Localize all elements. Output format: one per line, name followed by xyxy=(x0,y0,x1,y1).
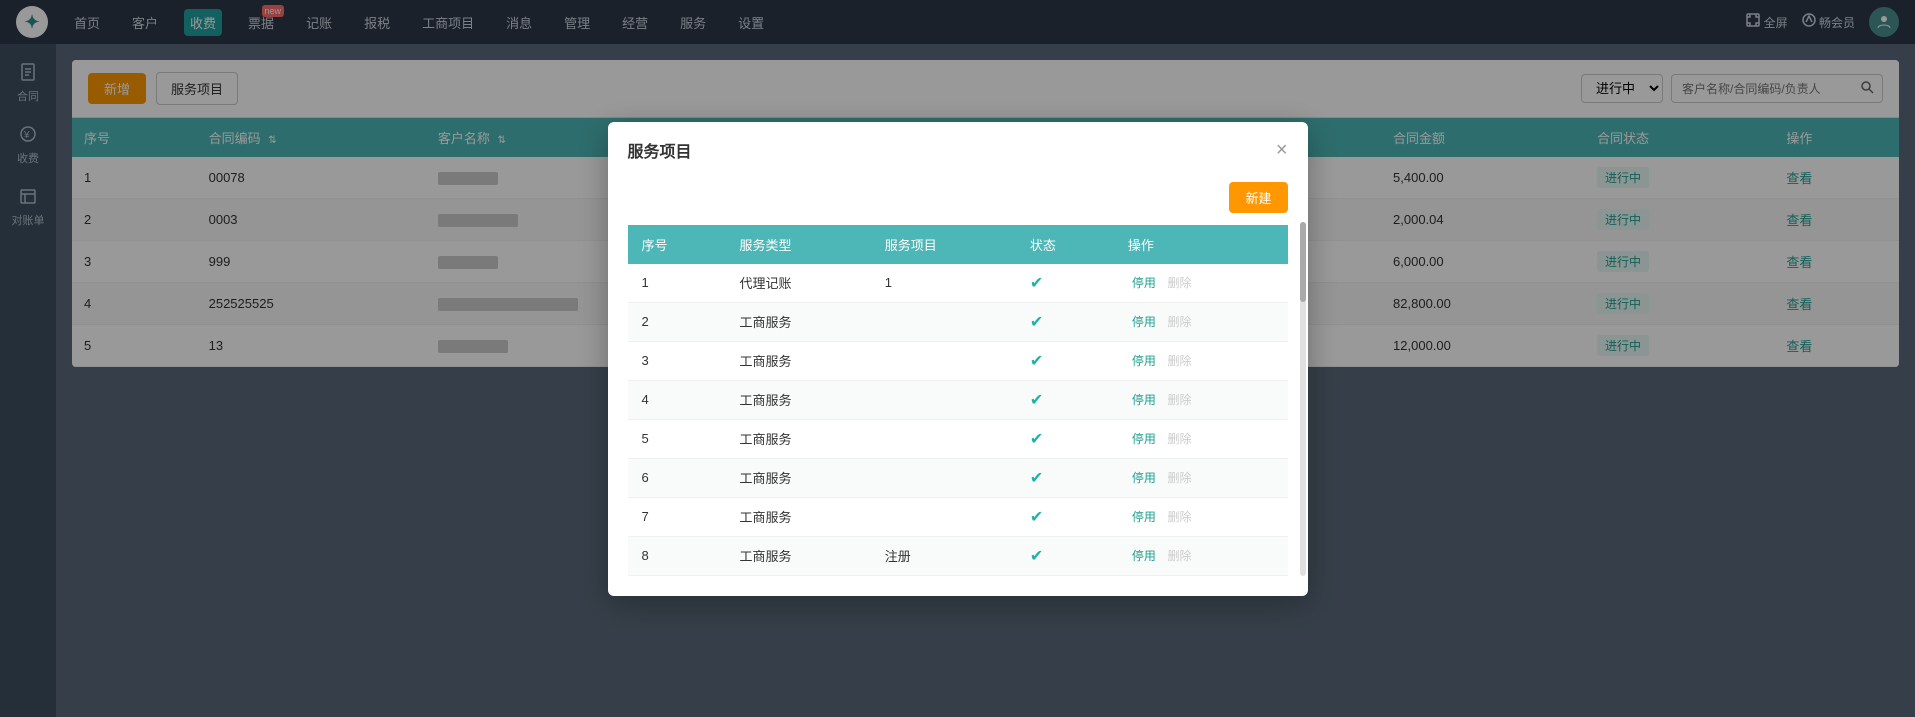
modal-cell-seq: 8 xyxy=(628,536,726,575)
modal-cell-seq: 4 xyxy=(628,380,726,419)
delete-button[interactable]: 删除 xyxy=(1164,469,1196,486)
modal-col-type: 服务类型 xyxy=(726,225,871,264)
modal-cell-status: ✔ xyxy=(1016,264,1114,303)
modal-cell-type: 工商服务 xyxy=(726,536,871,575)
modal-col-seq: 序号 xyxy=(628,225,726,264)
modal-cell-type: 代理记账 xyxy=(726,264,871,303)
modal-cell-type: 工商服务 xyxy=(726,497,871,536)
modal-cell-actions: 停用 删除 xyxy=(1114,458,1288,497)
modal-table-row: 5 工商服务 ✔ 停用 删除 xyxy=(628,419,1288,458)
modal-col-action: 操作 xyxy=(1114,225,1288,264)
modal-cell-seq: 3 xyxy=(628,341,726,380)
delete-button[interactable]: 删除 xyxy=(1164,547,1196,564)
modal-cell-item xyxy=(871,419,1016,458)
disable-button[interactable]: 停用 xyxy=(1128,391,1160,408)
modal-cell-status: ✔ xyxy=(1016,341,1114,380)
modal-cell-item xyxy=(871,458,1016,497)
service-table: 序号 服务类型 服务项目 状态 操作 1 代理记账 1 ✔ 停用 xyxy=(628,225,1288,576)
modal-cell-status: ✔ xyxy=(1016,380,1114,419)
modal-close-button[interactable]: × xyxy=(1276,140,1288,160)
delete-button[interactable]: 删除 xyxy=(1164,391,1196,408)
modal-cell-actions: 停用 删除 xyxy=(1114,302,1288,341)
modal-title: 服务项目 xyxy=(628,138,692,162)
modal-cell-type: 工商服务 xyxy=(726,380,871,419)
disable-button[interactable]: 停用 xyxy=(1128,274,1160,291)
modal-cell-item: 注册 xyxy=(871,536,1016,575)
delete-button[interactable]: 删除 xyxy=(1164,430,1196,447)
modal-overlay[interactable]: 服务项目 × 新建 序号 服务类型 服务项目 状态 操作 xyxy=(0,0,1915,717)
delete-button[interactable]: 删除 xyxy=(1164,274,1196,291)
modal-cell-type: 工商服务 xyxy=(726,341,871,380)
modal-cell-seq: 5 xyxy=(628,419,726,458)
modal-header: 服务项目 × xyxy=(608,122,1308,174)
modal-cell-item xyxy=(871,497,1016,536)
service-modal: 服务项目 × 新建 序号 服务类型 服务项目 状态 操作 xyxy=(608,122,1308,596)
modal-cell-seq: 1 xyxy=(628,264,726,303)
disable-button[interactable]: 停用 xyxy=(1128,469,1160,486)
modal-cell-actions: 停用 删除 xyxy=(1114,341,1288,380)
modal-table-row: 1 代理记账 1 ✔ 停用 删除 xyxy=(628,264,1288,303)
disable-button[interactable]: 停用 xyxy=(1128,547,1160,564)
modal-table-row: 7 工商服务 ✔ 停用 删除 xyxy=(628,497,1288,536)
modal-toolbar: 新建 xyxy=(628,174,1288,213)
modal-cell-status: ✔ xyxy=(1016,497,1114,536)
modal-table-row: 8 工商服务 注册 ✔ 停用 删除 xyxy=(628,536,1288,575)
modal-cell-type: 工商服务 xyxy=(726,419,871,458)
modal-col-status: 状态 xyxy=(1016,225,1114,264)
modal-body: 新建 序号 服务类型 服务项目 状态 操作 1 代理记账 1 xyxy=(608,174,1308,596)
modal-cell-item: 1 xyxy=(871,264,1016,303)
modal-cell-seq: 2 xyxy=(628,302,726,341)
disable-button[interactable]: 停用 xyxy=(1128,352,1160,369)
modal-table-row: 6 工商服务 ✔ 停用 删除 xyxy=(628,458,1288,497)
modal-cell-actions: 停用 删除 xyxy=(1114,419,1288,458)
modal-cell-seq: 7 xyxy=(628,497,726,536)
modal-cell-status: ✔ xyxy=(1016,419,1114,458)
modal-cell-item xyxy=(871,341,1016,380)
modal-new-button[interactable]: 新建 xyxy=(1229,182,1287,213)
disable-button[interactable]: 停用 xyxy=(1128,313,1160,330)
modal-scrollbar[interactable] xyxy=(1300,222,1306,576)
delete-button[interactable]: 删除 xyxy=(1164,508,1196,525)
modal-cell-item xyxy=(871,380,1016,419)
modal-table-row: 2 工商服务 ✔ 停用 删除 xyxy=(628,302,1288,341)
modal-cell-status: ✔ xyxy=(1016,536,1114,575)
modal-cell-type: 工商服务 xyxy=(726,302,871,341)
disable-button[interactable]: 停用 xyxy=(1128,508,1160,525)
modal-cell-seq: 6 xyxy=(628,458,726,497)
modal-cell-status: ✔ xyxy=(1016,458,1114,497)
delete-button[interactable]: 删除 xyxy=(1164,352,1196,369)
disable-button[interactable]: 停用 xyxy=(1128,430,1160,447)
modal-col-item: 服务项目 xyxy=(871,225,1016,264)
delete-button[interactable]: 删除 xyxy=(1164,313,1196,330)
modal-cell-actions: 停用 删除 xyxy=(1114,380,1288,419)
modal-table-row: 3 工商服务 ✔ 停用 删除 xyxy=(628,341,1288,380)
modal-cell-actions: 停用 删除 xyxy=(1114,536,1288,575)
modal-scrollbar-thumb xyxy=(1300,222,1306,302)
modal-cell-status: ✔ xyxy=(1016,302,1114,341)
modal-cell-actions: 停用 删除 xyxy=(1114,497,1288,536)
modal-table-row: 4 工商服务 ✔ 停用 删除 xyxy=(628,380,1288,419)
modal-cell-type: 工商服务 xyxy=(726,458,871,497)
modal-cell-item xyxy=(871,302,1016,341)
modal-cell-actions: 停用 删除 xyxy=(1114,264,1288,303)
